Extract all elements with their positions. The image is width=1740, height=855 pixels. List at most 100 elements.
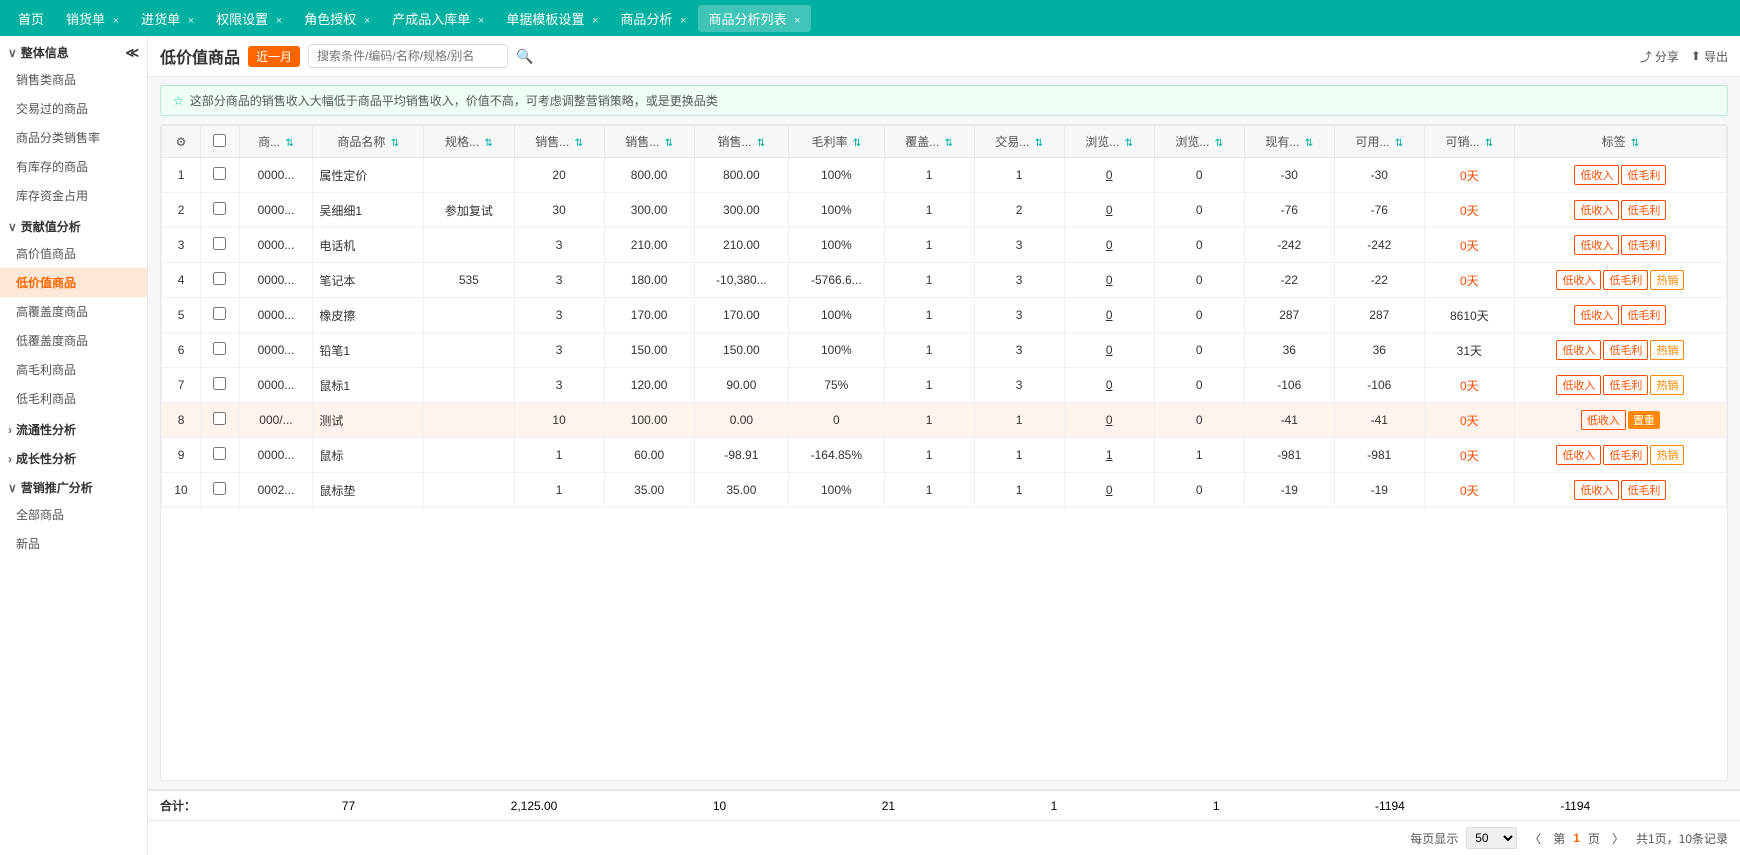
nav-product-analysis[interactable]: 商品分析 × bbox=[610, 5, 696, 32]
views1-link[interactable]: 0 bbox=[1106, 168, 1113, 182]
col-spec[interactable]: 规格... ⇅ bbox=[424, 126, 514, 158]
sidebar-item-high-coverage[interactable]: 高覆盖度商品 bbox=[0, 297, 147, 326]
row-checkbox[interactable] bbox=[213, 482, 226, 495]
col-available[interactable]: 可用... ⇅ bbox=[1334, 126, 1424, 158]
col-sales-amount[interactable]: 销售... ⇅ bbox=[694, 126, 788, 158]
cell-num: 5 bbox=[162, 298, 201, 333]
cell-views1[interactable]: 0 bbox=[1064, 403, 1154, 438]
nav-product-storage[interactable]: 产成品入库单 × bbox=[382, 5, 494, 32]
views1-link[interactable]: 0 bbox=[1106, 238, 1113, 252]
cell-views1[interactable]: 0 bbox=[1064, 368, 1154, 403]
col-sales-price[interactable]: 销售... ⇅ bbox=[604, 126, 694, 158]
cell-views1[interactable]: 0 bbox=[1064, 473, 1154, 508]
sidebar-group-contribution[interactable]: ∨ 贡献值分析 bbox=[0, 210, 147, 239]
col-views2[interactable]: 浏览... ⇅ bbox=[1154, 126, 1244, 158]
per-page-select[interactable]: 50 100 200 bbox=[1466, 827, 1517, 849]
row-checkbox[interactable] bbox=[213, 412, 226, 425]
sidebar-group-liquidity[interactable]: › 流通性分析 bbox=[0, 413, 147, 442]
prev-page-btn[interactable]: 〈 bbox=[1525, 828, 1545, 849]
views1-link[interactable]: 0 bbox=[1106, 343, 1113, 357]
row-checkbox[interactable] bbox=[213, 447, 226, 460]
row-checkbox[interactable] bbox=[213, 342, 226, 355]
nav-template-settings[interactable]: 单据模板设置 × bbox=[496, 5, 608, 32]
row-checkbox[interactable] bbox=[213, 377, 226, 390]
cell-code: 0000... bbox=[239, 438, 313, 473]
row-checkbox[interactable] bbox=[213, 167, 226, 180]
views1-link[interactable]: 0 bbox=[1106, 203, 1113, 217]
sidebar-item-high-margin[interactable]: 高毛利商品 bbox=[0, 355, 147, 384]
col-trade[interactable]: 交易... ⇅ bbox=[974, 126, 1064, 158]
sidebar-item-high-value[interactable]: 高价值商品 bbox=[0, 239, 147, 268]
cell-checkbox[interactable] bbox=[201, 438, 240, 473]
col-margin[interactable]: 毛利率 ⇅ bbox=[789, 126, 884, 158]
sidebar-item-in-stock[interactable]: 有库存的商品 bbox=[0, 152, 147, 181]
sidebar-item-traded-goods[interactable]: 交易过的商品 bbox=[0, 94, 147, 123]
cell-checkbox[interactable] bbox=[201, 193, 240, 228]
sidebar-item-stock-capital[interactable]: 库存资金占用 bbox=[0, 181, 147, 210]
sidebar-item-low-value[interactable]: 低价值商品 bbox=[0, 268, 147, 297]
row-checkbox[interactable] bbox=[213, 272, 226, 285]
cell-checkbox[interactable] bbox=[201, 403, 240, 438]
cell-views1[interactable]: 0 bbox=[1064, 228, 1154, 263]
sidebar-item-low-coverage[interactable]: 低覆盖度商品 bbox=[0, 326, 147, 355]
views1-link[interactable]: 0 bbox=[1106, 308, 1113, 322]
time-filter-btn[interactable]: 近一月 bbox=[248, 46, 300, 67]
sidebar-group-marketing[interactable]: ∨ 营销推广分析 bbox=[0, 471, 147, 500]
cell-spec bbox=[424, 473, 514, 508]
nav-home[interactable]: 首页 bbox=[8, 5, 54, 32]
search-input[interactable] bbox=[308, 44, 508, 68]
export-button[interactable]: ⬆ 导出 bbox=[1691, 48, 1728, 65]
cell-checkbox[interactable] bbox=[201, 228, 240, 263]
col-tags[interactable]: 标签 ⇅ bbox=[1514, 126, 1726, 158]
col-settings[interactable]: ⚙ bbox=[162, 126, 201, 158]
col-sellable[interactable]: 可销... ⇅ bbox=[1424, 126, 1514, 158]
row-checkbox[interactable] bbox=[213, 237, 226, 250]
views1-link[interactable]: 0 bbox=[1106, 413, 1113, 427]
nav-sales[interactable]: 销货单 × bbox=[56, 5, 129, 32]
cell-views1[interactable]: 0 bbox=[1064, 298, 1154, 333]
cell-views1[interactable]: 1 bbox=[1064, 438, 1154, 473]
row-checkbox[interactable] bbox=[213, 202, 226, 215]
views1-link[interactable]: 0 bbox=[1106, 273, 1113, 287]
cell-views1[interactable]: 0 bbox=[1064, 158, 1154, 193]
table-row: 5 0000... 橡皮擦 3 170.00 170.00 100% 1 3 0… bbox=[162, 298, 1727, 333]
select-all-checkbox[interactable] bbox=[213, 134, 226, 147]
sidebar-group-growth[interactable]: › 成长性分析 bbox=[0, 442, 147, 471]
cell-views1[interactable]: 0 bbox=[1064, 333, 1154, 368]
cell-name: 吴细细1 bbox=[313, 193, 424, 228]
sidebar-item-all-goods[interactable]: 全部商品 bbox=[0, 500, 147, 529]
sidebar-item-new-goods[interactable]: 新品 bbox=[0, 529, 147, 558]
cell-checkbox[interactable] bbox=[201, 158, 240, 193]
row-checkbox[interactable] bbox=[213, 307, 226, 320]
sidebar-item-sales-goods[interactable]: 销售类商品 bbox=[0, 65, 147, 94]
views1-link[interactable]: 1 bbox=[1106, 448, 1113, 462]
nav-product-analysis-list[interactable]: 商品分析列表 × bbox=[698, 5, 810, 32]
col-stock[interactable]: 现有... ⇅ bbox=[1244, 126, 1334, 158]
tag-label: 低收入 bbox=[1574, 305, 1619, 325]
search-icon[interactable]: 🔍 bbox=[516, 48, 533, 65]
views1-link[interactable]: 0 bbox=[1106, 483, 1113, 497]
nav-permissions[interactable]: 权限设置 × bbox=[206, 5, 292, 32]
sidebar-item-category-rate[interactable]: 商品分类销售率 bbox=[0, 123, 147, 152]
col-checkbox[interactable] bbox=[201, 126, 240, 158]
sidebar-item-low-margin[interactable]: 低毛利商品 bbox=[0, 384, 147, 413]
cell-checkbox[interactable] bbox=[201, 368, 240, 403]
views1-link[interactable]: 0 bbox=[1106, 378, 1113, 392]
cell-checkbox[interactable] bbox=[201, 263, 240, 298]
nav-role-auth[interactable]: 角色授权 × bbox=[294, 5, 380, 32]
col-sales-qty[interactable]: 销售... ⇅ bbox=[514, 126, 604, 158]
col-views1[interactable]: 浏览... ⇅ bbox=[1064, 126, 1154, 158]
cell-checkbox[interactable] bbox=[201, 333, 240, 368]
cell-views1[interactable]: 0 bbox=[1064, 193, 1154, 228]
share-button[interactable]: ⤴ 分享 bbox=[1640, 48, 1679, 65]
cell-checkbox[interactable] bbox=[201, 298, 240, 333]
sidebar-group-overall[interactable]: ∨ 整体信息 ≪ bbox=[0, 36, 147, 65]
col-name[interactable]: 商品名称 ⇅ bbox=[313, 126, 424, 158]
next-page-btn[interactable]: 〉 bbox=[1608, 828, 1628, 849]
nav-purchase[interactable]: 进货单 × bbox=[131, 5, 204, 32]
cell-views1[interactable]: 0 bbox=[1064, 263, 1154, 298]
col-coverage[interactable]: 覆盖... ⇅ bbox=[884, 126, 974, 158]
collapse-overall-icon[interactable]: ≪ bbox=[125, 45, 139, 61]
col-code[interactable]: 商... ⇅ bbox=[239, 126, 313, 158]
cell-checkbox[interactable] bbox=[201, 473, 240, 508]
